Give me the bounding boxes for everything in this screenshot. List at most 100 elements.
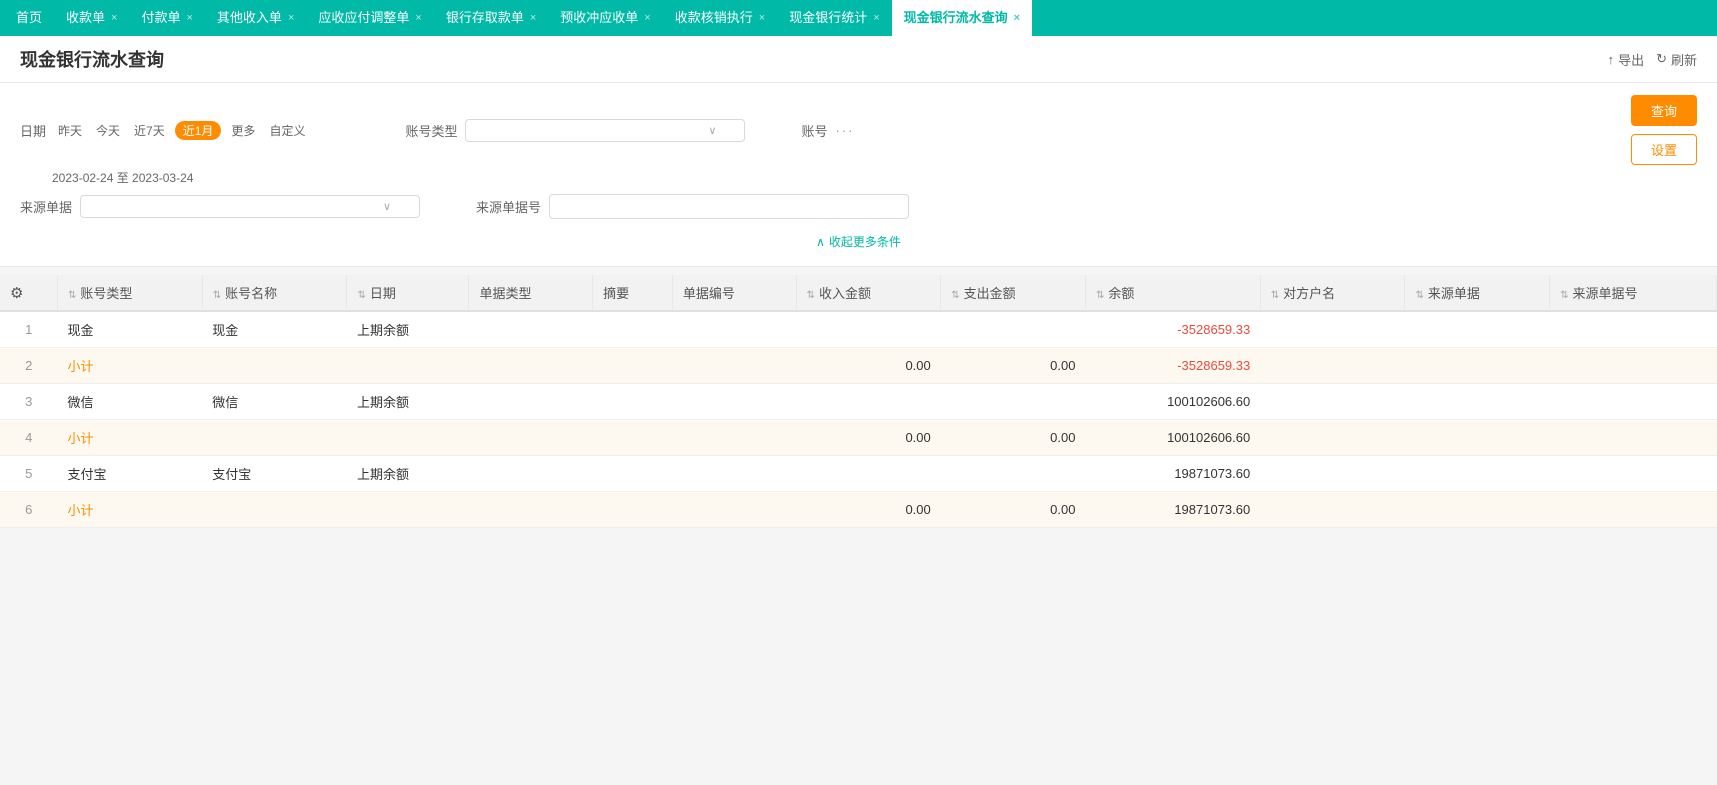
- table-row: 3微信微信上期余额100102606.60: [0, 384, 1717, 420]
- cell-balance: -3528659.33: [1085, 311, 1260, 348]
- sort-icon: ⇅: [1271, 290, 1279, 301]
- cell-source_doc_no: [1550, 456, 1717, 492]
- refresh-button[interactable]: ↻ 刷新: [1656, 50, 1697, 69]
- table-row: 5支付宝支付宝上期余额19871073.60: [0, 456, 1717, 492]
- account-type-label: 账号类型: [405, 121, 457, 140]
- cell-income: [796, 384, 941, 420]
- close-icon[interactable]: ×: [288, 0, 294, 36]
- source-doc-num-input[interactable]: [549, 194, 909, 219]
- cell-doc_no: [672, 456, 796, 492]
- close-icon[interactable]: ×: [873, 0, 879, 36]
- cell-counterpart: [1260, 492, 1405, 528]
- col-header-expense[interactable]: ⇅支出金额: [941, 275, 1086, 311]
- cell-expense: [941, 384, 1086, 420]
- cell-counterpart: [1260, 456, 1405, 492]
- cell-counterpart: [1260, 420, 1405, 456]
- cell-account_type: 小计: [58, 420, 203, 456]
- collapse-bar[interactable]: ∧ 收起更多条件: [20, 229, 1697, 254]
- close-icon[interactable]: ×: [415, 0, 421, 36]
- col-header-summary: 摘要: [593, 275, 673, 311]
- table-row: 1现金现金上期余额-3528659.33: [0, 311, 1717, 348]
- close-icon[interactable]: ×: [111, 0, 117, 36]
- cell-account_name: 支付宝: [202, 456, 347, 492]
- nav-item-现金银行流水查询[interactable]: 现金银行流水查询×: [892, 0, 1032, 36]
- sort-icon: ⇅: [1096, 290, 1104, 301]
- nav-item-预收冲应收单[interactable]: 预收冲应收单×: [548, 0, 662, 36]
- col-header-doc_no: 单据编号: [672, 275, 796, 311]
- cell-num: 5: [0, 456, 58, 492]
- gear-icon[interactable]: ⚙: [10, 285, 23, 302]
- close-icon[interactable]: ×: [644, 0, 650, 36]
- col-header-income[interactable]: ⇅收入金额: [796, 275, 941, 311]
- nav-item-收款核销执行[interactable]: 收款核销执行×: [663, 0, 777, 36]
- setting-button[interactable]: 设置: [1631, 134, 1697, 165]
- date-shortcut-近7天[interactable]: 近7天: [130, 121, 169, 140]
- cell-doc_no: [672, 420, 796, 456]
- table-header: ⚙ ⇅账号类型⇅账号名称⇅日期单据类型摘要单据编号⇅收入金额⇅支出金额⇅余额⇅对方…: [0, 275, 1717, 311]
- table-row: 4小计0.000.00100102606.60: [0, 420, 1717, 456]
- cell-doc_no: [672, 348, 796, 384]
- close-icon[interactable]: ×: [186, 0, 192, 36]
- close-icon[interactable]: ×: [1014, 0, 1020, 36]
- query-button[interactable]: 查询: [1631, 95, 1697, 126]
- date-shortcut-今天[interactable]: 今天: [92, 121, 124, 140]
- close-icon[interactable]: ×: [530, 0, 536, 36]
- nav-item-银行存取款单[interactable]: 银行存取款单×: [434, 0, 548, 36]
- date-shortcut-昨天[interactable]: 昨天: [54, 121, 86, 140]
- account-dots[interactable]: ···: [835, 123, 854, 138]
- cell-income: 0.00: [796, 348, 941, 384]
- nav-item-应收应付调整单[interactable]: 应收应付调整单×: [306, 0, 433, 36]
- cell-counterpart: [1260, 348, 1405, 384]
- filter-row-1: 日期 昨天今天近7天近1月更多自定义 账号类型 ∨ 账号 ··· 查询 设置: [20, 95, 1697, 165]
- cell-date: [347, 348, 469, 384]
- cell-source_doc: [1405, 311, 1550, 348]
- cell-source_doc: [1405, 348, 1550, 384]
- cell-doc_no: [672, 384, 796, 420]
- data-table: ⚙ ⇅账号类型⇅账号名称⇅日期单据类型摘要单据编号⇅收入金额⇅支出金额⇅余额⇅对方…: [0, 275, 1717, 528]
- cell-summary: [593, 456, 673, 492]
- col-header-gear: ⚙: [0, 275, 58, 311]
- cell-doc_no: [672, 492, 796, 528]
- col-header-source_doc_no[interactable]: ⇅来源单据号: [1550, 275, 1717, 311]
- cell-account_type: 现金: [58, 311, 203, 348]
- export-button[interactable]: ↑ 导出: [1608, 50, 1645, 69]
- nav-item-其他收入单[interactable]: 其他收入单×: [205, 0, 306, 36]
- cell-account_type: 支付宝: [58, 456, 203, 492]
- table-body: 1现金现金上期余额-3528659.332小计0.000.00-3528659.…: [0, 311, 1717, 528]
- cell-expense: [941, 311, 1086, 348]
- col-header-doc_type: 单据类型: [469, 275, 593, 311]
- col-header-date[interactable]: ⇅日期: [347, 275, 469, 311]
- account-type-select[interactable]: ∨: [465, 119, 745, 142]
- cell-summary: [593, 420, 673, 456]
- collapse-icon: ∧: [816, 235, 825, 249]
- cell-doc_no: [672, 311, 796, 348]
- nav-item-付款单[interactable]: 付款单×: [129, 0, 204, 36]
- account-label: 账号: [801, 121, 827, 140]
- col-header-counterpart[interactable]: ⇅对方户名: [1260, 275, 1405, 311]
- date-shortcut-自定义[interactable]: 自定义: [265, 121, 309, 140]
- source-doc-select[interactable]: ∨: [80, 195, 420, 218]
- cell-date: [347, 420, 469, 456]
- sort-icon: ⇅: [807, 290, 815, 301]
- col-header-balance[interactable]: ⇅余额: [1085, 275, 1260, 311]
- col-header-source_doc[interactable]: ⇅来源单据: [1405, 275, 1550, 311]
- source-doc-dropdown-arrow: ∨: [383, 200, 391, 213]
- cell-expense: 0.00: [941, 420, 1086, 456]
- date-shortcut-更多[interactable]: 更多: [227, 121, 259, 140]
- close-icon[interactable]: ×: [759, 0, 765, 36]
- nav-item-现金银行统计[interactable]: 现金银行统计×: [777, 0, 891, 36]
- col-header-account_type[interactable]: ⇅账号类型: [58, 275, 203, 311]
- date-filter-group: 日期 昨天今天近7天近1月更多自定义: [20, 121, 309, 140]
- cell-balance: 100102606.60: [1085, 384, 1260, 420]
- cell-num: 2: [0, 348, 58, 384]
- account-type-filter-group: 账号类型 ∨: [405, 119, 745, 142]
- cell-source_doc: [1405, 420, 1550, 456]
- col-header-account_name[interactable]: ⇅账号名称: [202, 275, 347, 311]
- cell-summary: [593, 384, 673, 420]
- date-shortcut-近1月[interactable]: 近1月: [175, 121, 222, 140]
- nav-item-首页[interactable]: 首页: [4, 0, 54, 36]
- cell-source_doc_no: [1550, 384, 1717, 420]
- source-doc-filter-group: 来源单据 ∨: [20, 195, 420, 218]
- cell-income: 0.00: [796, 420, 941, 456]
- nav-item-收款单[interactable]: 收款单×: [54, 0, 129, 36]
